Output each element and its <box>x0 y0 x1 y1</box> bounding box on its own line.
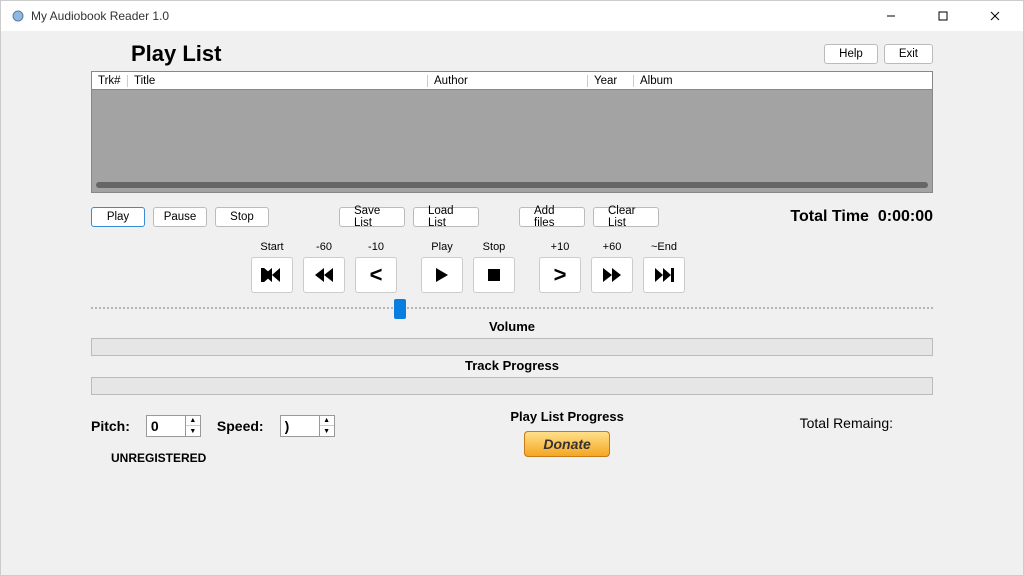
pause-button[interactable]: Pause <box>153 207 207 227</box>
transport-play-label: Play <box>431 241 452 255</box>
skip-end-button[interactable] <box>643 257 685 293</box>
unregistered-label: UNREGISTERED <box>111 451 335 465</box>
volume-slider[interactable] <box>91 303 933 313</box>
add-files-button[interactable]: Add files <box>519 207 585 227</box>
table-body[interactable] <box>92 90 932 192</box>
total-time-label: Total Time <box>790 208 869 225</box>
forward-60-button[interactable] <box>591 257 633 293</box>
speed-up[interactable]: ▲ <box>320 416 334 426</box>
horizontal-scrollbar[interactable] <box>96 182 928 188</box>
minus10-label: -10 <box>368 241 384 255</box>
speed-input[interactable] <box>280 415 320 437</box>
rewind-60-button[interactable] <box>303 257 345 293</box>
playlist-heading: Play List <box>131 41 221 67</box>
clear-list-button[interactable]: Clear List <box>593 207 659 227</box>
load-list-button[interactable]: Load List <box>413 207 479 227</box>
play-button[interactable]: Play <box>91 207 145 227</box>
transport-stop-button[interactable] <box>473 257 515 293</box>
col-title[interactable]: Title <box>128 75 428 87</box>
forward-10-button[interactable]: > <box>539 257 581 293</box>
end-label: ~End <box>651 241 677 255</box>
exit-button[interactable]: Exit <box>884 44 933 64</box>
plus10-label: +10 <box>551 241 570 255</box>
help-button[interactable]: Help <box>824 44 878 64</box>
col-album[interactable]: Album <box>634 75 932 87</box>
track-progress-label: Track Progress <box>91 358 933 373</box>
playlist-progress-label: Play List Progress <box>355 409 780 424</box>
volume-label: Volume <box>91 319 933 334</box>
stop-button[interactable]: Stop <box>215 207 269 227</box>
total-time-value: 0:00:00 <box>878 208 933 225</box>
col-author[interactable]: Author <box>428 75 588 87</box>
pitch-label: Pitch: <box>91 418 130 434</box>
titlebar: My Audiobook Reader 1.0 <box>1 1 1023 31</box>
playlist-progress-bar[interactable] <box>91 377 933 395</box>
skip-start-button[interactable] <box>251 257 293 293</box>
track-progress-bar[interactable] <box>91 338 933 356</box>
window-title: My Audiobook Reader 1.0 <box>31 9 169 23</box>
transport-play-button[interactable] <box>421 257 463 293</box>
col-year[interactable]: Year <box>588 75 634 87</box>
pitch-input[interactable] <box>146 415 186 437</box>
maximize-button[interactable] <box>925 5 961 27</box>
minus60-label: -60 <box>316 241 332 255</box>
rewind-10-button[interactable]: < <box>355 257 397 293</box>
transport-stop-label: Stop <box>483 241 506 255</box>
total-remaining-label: Total Remaing: <box>800 415 893 431</box>
speed-down[interactable]: ▼ <box>320 426 334 436</box>
table-header: Trk# Title Author Year Album <box>92 72 932 90</box>
start-label: Start <box>260 241 283 255</box>
save-list-button[interactable]: Save List <box>339 207 405 227</box>
speed-label: Speed: <box>217 418 264 434</box>
donate-button[interactable]: Donate <box>524 431 609 457</box>
pitch-down[interactable]: ▼ <box>186 426 200 436</box>
app-icon <box>11 9 25 23</box>
playlist-table[interactable]: Trk# Title Author Year Album <box>91 71 933 193</box>
close-button[interactable] <box>977 5 1013 27</box>
pitch-up[interactable]: ▲ <box>186 416 200 426</box>
minimize-button[interactable] <box>873 5 909 27</box>
volume-thumb[interactable] <box>394 299 406 319</box>
col-trk[interactable]: Trk# <box>92 75 128 87</box>
plus60-label: +60 <box>603 241 622 255</box>
